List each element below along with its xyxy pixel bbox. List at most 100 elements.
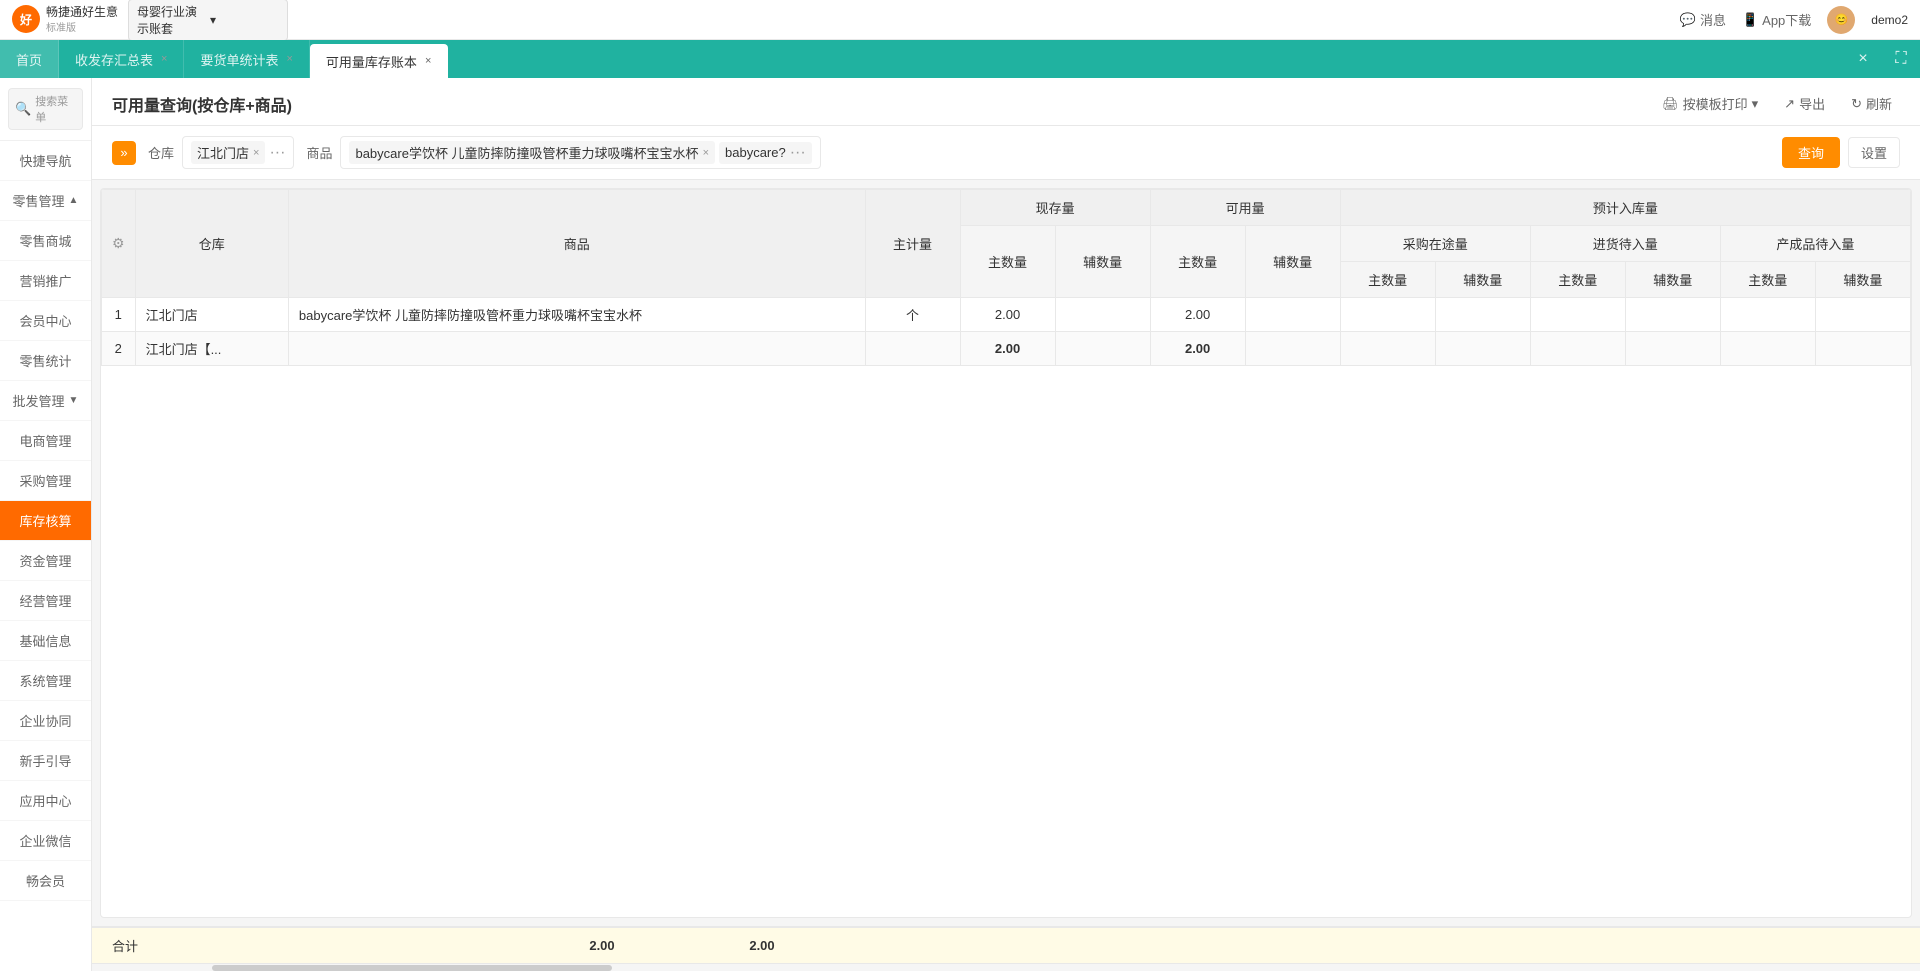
sidebar-item-purchase-label: 采购管理 (19, 471, 71, 490)
logo-icon: 好 (12, 5, 40, 33)
product-col-header: 商品 (288, 190, 865, 298)
sidebar: 🔍 搜索菜单 快捷导航 零售管理 ▲ 零售商城 营销推广 会员中心 零售统计 批… (0, 78, 92, 971)
footer-stock-main: 2.00 (562, 938, 642, 953)
top-bar: 好 畅捷通好生意 标准版 母婴行业演示账套 ▾ 💬 消息 📱 App下载 😊 d… (0, 0, 1920, 40)
expand-icon2: ▼ (69, 395, 79, 406)
warehouse-tag-text: 江北门店 (197, 143, 249, 162)
sidebar-item-basic-info[interactable]: 基础信息 (0, 621, 91, 661)
product-filter-label: 商品 (306, 143, 332, 162)
warehouse-more-icon[interactable]: ··· (269, 144, 285, 162)
sidebar-item-wholesale-mgmt[interactable]: 批发管理 ▼ (0, 381, 91, 421)
logo-area: 好 畅捷通好生意 标准版 (12, 5, 118, 34)
tab-available-stock-close[interactable]: × (425, 55, 431, 67)
avail-aux-qty-header: 辅数量 (1245, 226, 1340, 298)
table-row: 1 江北门店 babycare学饮杯 儿童防摔防撞吸管杯重力球吸嘴杯宝宝水杯 个… (102, 298, 1911, 332)
sidebar-item-retail-mgmt[interactable]: 零售管理 ▲ (0, 181, 91, 221)
tab-purchase-stat-close[interactable]: × (286, 53, 292, 65)
subtotal-main-unit (865, 332, 960, 366)
subtotal-goods-arriving-aux (1625, 332, 1720, 366)
subtotal-purchase-transit-main (1340, 332, 1435, 366)
avatar: 😊 (1827, 6, 1855, 34)
sidebar-item-retail-mall-label: 零售商城 (19, 231, 71, 250)
product-tag-1-close[interactable]: × (703, 147, 709, 159)
tab-purchase-stat[interactable]: 要货单统计表 × (184, 40, 309, 78)
sidebar-item-retail-mall[interactable]: 零售商城 (0, 221, 91, 261)
print-template-btn[interactable]: 🖨 按模板打印 ▾ (1654, 90, 1766, 117)
settings-col-header: ⚙ (102, 190, 136, 298)
tab-purchase-stat-label: 要货单统计表 (200, 50, 278, 69)
query-btn[interactable]: 查询 (1782, 137, 1840, 168)
app-download-action[interactable]: 📱 App下载 (1742, 10, 1811, 29)
gear-icon[interactable]: ⚙ (112, 235, 125, 251)
logo-text-block: 畅捷通好生意 标准版 (46, 5, 118, 34)
row-produced-aux (1815, 298, 1910, 332)
fullscreen-btn[interactable]: ⛶ (1882, 40, 1920, 78)
sidebar-item-member[interactable]: 会员中心 (0, 301, 91, 341)
row-goods-arriving-aux (1625, 298, 1720, 332)
row-purchase-transit-aux (1435, 298, 1530, 332)
row-avail-aux (1245, 298, 1340, 332)
sidebar-item-finance[interactable]: 资金管理 (0, 541, 91, 581)
subtotal-purchase-transit-aux (1435, 332, 1530, 366)
sidebar-item-purchase[interactable]: 采购管理 (0, 461, 91, 501)
sidebar-item-enterprise-wechat[interactable]: 企业微信 (0, 821, 91, 861)
message-action[interactable]: 💬 消息 (1680, 10, 1726, 29)
tab-receive-pay[interactable]: 收发存汇总表 × (59, 40, 184, 78)
print-template-label: 按模板打印 (1683, 94, 1748, 113)
sidebar-search-btn[interactable]: 🔍 搜索菜单 (8, 88, 83, 130)
sidebar-item-ecommerce[interactable]: 电商管理 (0, 421, 91, 461)
refresh-icon: ↻ (1851, 96, 1862, 112)
tab-receive-pay-close[interactable]: × (161, 53, 167, 65)
tab-home[interactable]: 首页 (0, 40, 59, 78)
refresh-btn[interactable]: ↻ 刷新 (1843, 90, 1900, 117)
bottom-scrollbar[interactable] (92, 963, 1920, 971)
sidebar-item-system[interactable]: 系统管理 (0, 661, 91, 701)
user-name[interactable]: demo2 (1871, 13, 1908, 27)
nav-tabs-right: × ⛶ (1844, 40, 1920, 78)
sidebar-item-app-center[interactable]: 应用中心 (0, 781, 91, 821)
settings-btn[interactable]: 设置 (1848, 137, 1900, 168)
sidebar-item-enterprise-wechat-label: 企业微信 (19, 831, 71, 850)
subtotal-stock-main: 2.00 (960, 332, 1055, 366)
sidebar-item-inventory[interactable]: 库存核算 (0, 501, 91, 541)
subtotal-stock-aux (1055, 332, 1150, 366)
logo-sub-text: 标准版 (46, 19, 118, 34)
row-purchase-transit-main (1340, 298, 1435, 332)
product-filter-input[interactable]: babycare学饮杯 儿童防摔防撞吸管杯重力球吸嘴杯宝宝水杯 × babyca… (340, 136, 820, 169)
bottom-scroll-thumb[interactable] (212, 965, 612, 971)
sidebar-item-enterprise-coop[interactable]: 企业协同 (0, 701, 91, 741)
sidebar-item-marketing-label: 营销推广 (19, 271, 71, 290)
sidebar-item-operations[interactable]: 经营管理 (0, 581, 91, 621)
close-all-tabs-btn[interactable]: × (1844, 40, 1882, 78)
tab-available-stock-label: 可用量库存账本 (326, 52, 417, 71)
produced-waiting-header: 产成品待入量 (1720, 226, 1910, 262)
sidebar-item-quick-nav[interactable]: 快捷导航 (0, 141, 91, 181)
goods-arriving-aux-header: 辅数量 (1625, 262, 1720, 298)
sidebar-item-new-guide[interactable]: 新手引导 (0, 741, 91, 781)
top-bar-left: 好 畅捷通好生意 标准版 母婴行业演示账套 ▾ (12, 0, 288, 41)
sidebar-item-app-center-label: 应用中心 (19, 791, 71, 810)
product-tag-1-text: babycare学饮杯 儿童防摔防撞吸管杯重力球吸嘴杯宝宝水杯 (355, 143, 698, 162)
sidebar-item-ecommerce-label: 电商管理 (19, 431, 71, 450)
page-title: 可用量查询(按仓库+商品) (112, 92, 292, 116)
filter-expand-btn[interactable]: » (112, 141, 136, 165)
sidebar-item-inventory-label: 库存核算 (19, 511, 71, 530)
sidebar-item-member2[interactable]: 畅会员 (0, 861, 91, 901)
filter-actions: 查询 设置 (1782, 137, 1900, 168)
tab-available-stock[interactable]: 可用量库存账本 × (310, 44, 448, 78)
warehouse-filter-input[interactable]: 江北门店 × ··· (182, 136, 294, 169)
chevron-down-icon: ▾ (210, 13, 279, 27)
row-product: babycare学饮杯 儿童防摔防撞吸管杯重力球吸嘴杯宝宝水杯 (288, 298, 865, 332)
sidebar-item-retail-stat[interactable]: 零售统计 (0, 341, 91, 381)
workspace-selector[interactable]: 母婴行业演示账套 ▾ (128, 0, 288, 41)
sidebar-item-marketing[interactable]: 营销推广 (0, 261, 91, 301)
main-unit-col-header: 主计量 (865, 190, 960, 298)
product-more-icon[interactable]: ··· (790, 144, 806, 162)
warehouse-tag-close[interactable]: × (253, 147, 259, 159)
row-no: 1 (102, 298, 136, 332)
app-icon: 📱 (1742, 12, 1758, 28)
subtotal-produced-main (1720, 332, 1815, 366)
export-btn[interactable]: ↗ 导出 (1776, 90, 1833, 117)
goods-arriving-header: 进货待入量 (1530, 226, 1720, 262)
row-main-unit: 个 (865, 298, 960, 332)
